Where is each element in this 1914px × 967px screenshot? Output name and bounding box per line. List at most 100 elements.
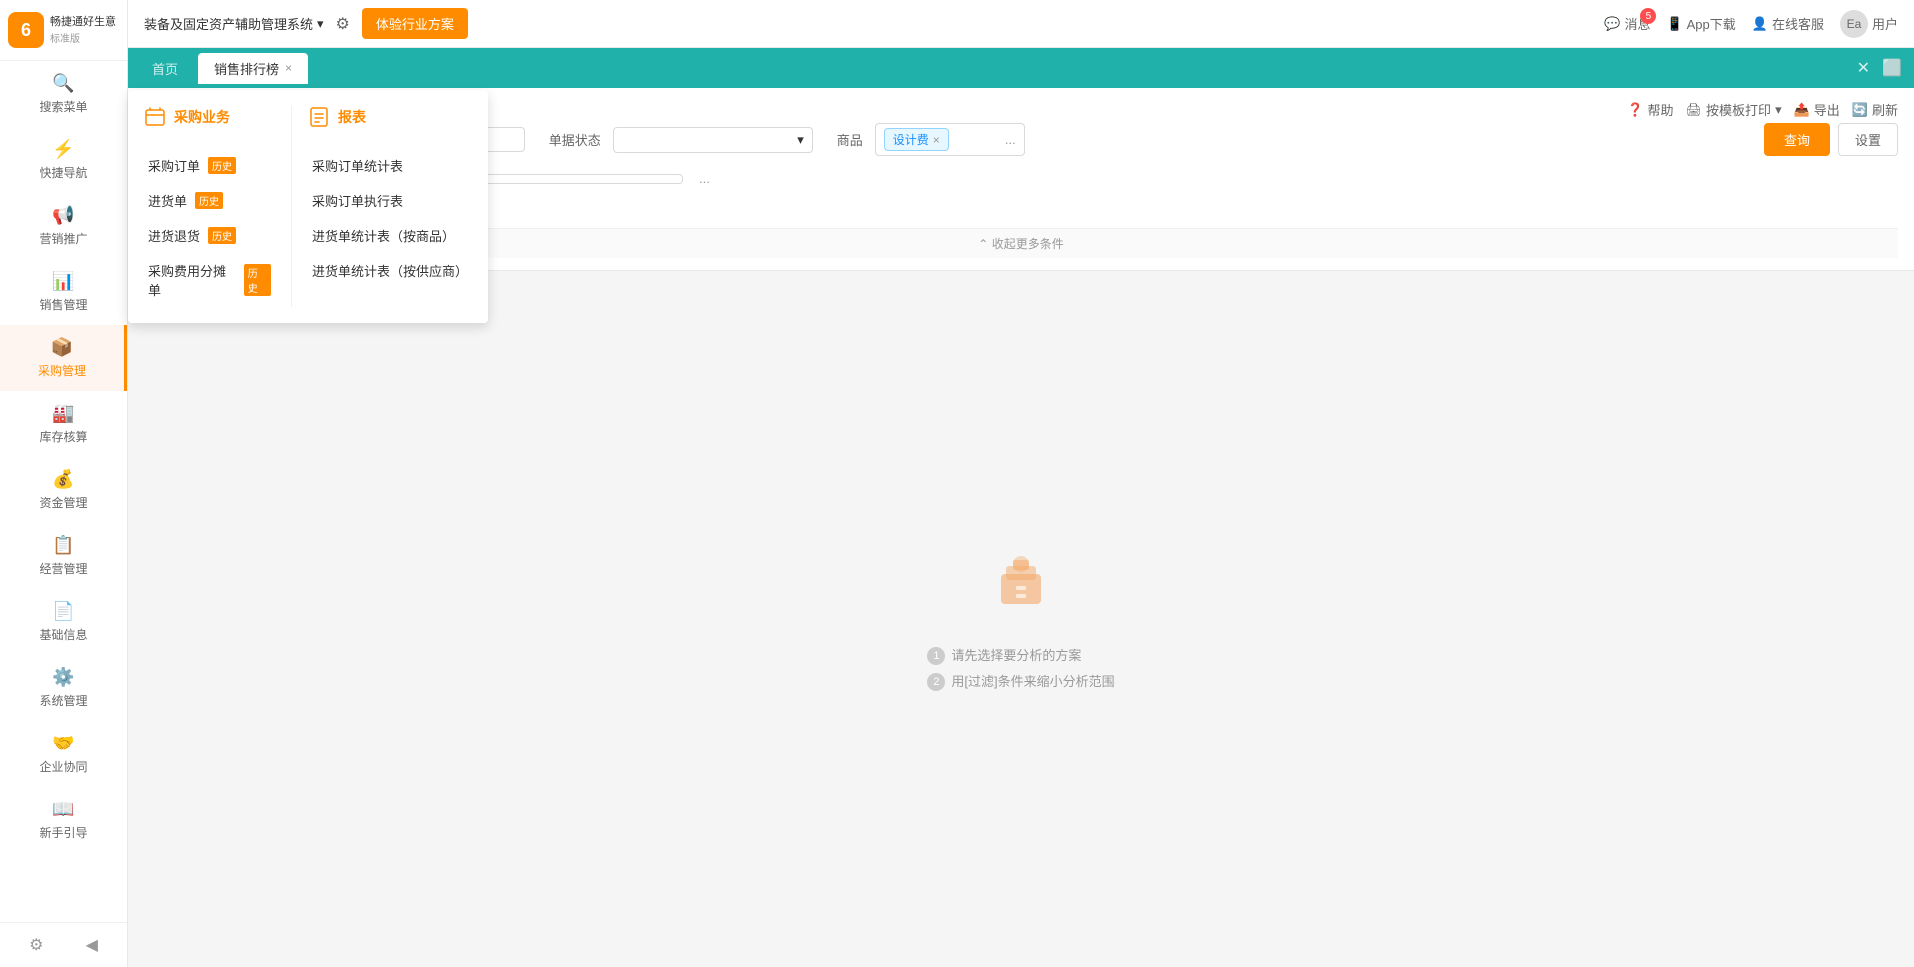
user-area[interactable]: Ea 用户 [1840, 10, 1898, 38]
purchase-order-label: 采购订单 [148, 156, 200, 175]
menu-item-order-exec[interactable]: 采购订单执行表 [308, 183, 472, 218]
sidebar-item-label-management: 经营管理 [39, 560, 87, 577]
status-arrow-icon: ▾ [797, 132, 804, 148]
purchase-col-title: 采购业务 [174, 107, 230, 127]
system-icon: ⚙️ [52, 667, 74, 688]
app-download-btn[interactable]: 📱 App下载 [1666, 14, 1735, 33]
sidebar-item-label-guide: 新手引导 [39, 824, 87, 841]
help-icon: ❓ [1627, 102, 1643, 118]
incoming-history: 历史 [195, 192, 223, 209]
sidebar-collapse-btn[interactable]: ◀ [86, 935, 98, 955]
salesman-select[interactable] [483, 174, 683, 184]
sidebar-item-search[interactable]: 🔍 搜索菜单 [0, 61, 127, 127]
print-label: 按模板打印 [1706, 100, 1771, 119]
refresh-icon: 🔄 [1852, 102, 1868, 118]
sidebar-item-label-search: 搜索菜单 [39, 98, 87, 115]
sidebar: 6 畅捷通好生意 标准版 🔍 搜索菜单 ⚡ 快捷导航 📢 营销推广 📊 [0, 0, 128, 967]
sidebar-item-label-system: 系统管理 [39, 692, 87, 709]
sidebar-item-inventory[interactable]: 🏭 库存核算 [0, 391, 127, 457]
online-service-btn[interactable]: 👤 在线客服 [1752, 14, 1824, 33]
refresh-btn[interactable]: 🔄 刷新 [1852, 100, 1898, 119]
print-btn[interactable]: 🖨 按模板打印 ▾ [1686, 100, 1782, 119]
tab-maximize-icon[interactable]: ⬜ [1878, 54, 1906, 82]
report-col-icon [308, 106, 330, 128]
menu-grid: 采购业务 采购订单 历史 进货单 历史 进货退货 历史 采购费用分摊单 历史 [144, 106, 472, 307]
tab-close-window-icon[interactable]: ✕ [1853, 54, 1874, 82]
purchase-col: 采购业务 采购订单 历史 进货单 历史 进货退货 历史 采购费用分摊单 历史 [144, 106, 292, 307]
menu-item-purchase-order[interactable]: 采购订单 历史 [144, 148, 275, 183]
online-service-label: 在线客服 [1772, 14, 1824, 33]
sidebar-item-label-marketing: 营销推广 [39, 230, 87, 247]
top-bar-right: 💬 消息 5 📱 App下载 👤 在线客服 Ea 用户 [1604, 10, 1898, 38]
system-title: 装备及固定资产辅助管理系统 [144, 14, 313, 33]
settings-btn[interactable]: 设置 [1838, 123, 1898, 156]
help-label: 帮助 [1648, 100, 1674, 119]
sidebar-item-marketing[interactable]: 📢 营销推广 [0, 193, 127, 259]
salesman-dots[interactable]: ... [699, 171, 710, 186]
sidebar-item-label-finance: 资金管理 [39, 494, 87, 511]
logo-text-area: 畅捷通好生意 标准版 [50, 15, 116, 45]
menu-item-return[interactable]: 进货退货 历史 [144, 218, 275, 253]
return-history: 历史 [208, 227, 236, 244]
logo-text: 畅捷通好生意 [50, 15, 116, 30]
system-title-area[interactable]: 装备及固定资产辅助管理系统 ▾ [144, 14, 324, 33]
sidebar-item-purchase[interactable]: 📦 采购管理 [0, 325, 127, 391]
inventory-icon: 🏭 [52, 403, 74, 424]
logo-icon: 6 [8, 12, 44, 48]
cooperation-icon: 🤝 [52, 733, 74, 754]
marketing-icon: 📢 [52, 205, 74, 226]
industry-btn[interactable]: 体验行业方案 [362, 8, 468, 39]
status-label: 单据状态 [549, 130, 601, 149]
purchase-col-header: 采购业务 [144, 106, 275, 136]
query-btn[interactable]: 查询 [1764, 123, 1830, 156]
tab-sales-rank[interactable]: 销售排行榜 × [198, 53, 308, 84]
sidebar-item-sales[interactable]: 📊 销售管理 [0, 259, 127, 325]
sidebar-item-finance[interactable]: 💰 资金管理 [0, 457, 127, 523]
app-download-label: App下载 [1687, 14, 1736, 33]
tab-close-icon[interactable]: × [285, 61, 292, 75]
export-btn[interactable]: 📤 导出 [1794, 100, 1840, 119]
status-select[interactable]: ▾ [613, 127, 813, 153]
sidebar-item-guide[interactable]: 📖 新手引导 [0, 787, 127, 853]
sidebar-item-label-cooperation: 企业协同 [39, 758, 87, 775]
menu-item-incoming-stats-supplier[interactable]: 进货单统计表（按供应商） [308, 253, 472, 288]
basic-info-icon: 📄 [52, 601, 74, 622]
sidebar-item-management[interactable]: 📋 经营管理 [0, 523, 127, 589]
goods-dots[interactable]: ... [1005, 132, 1016, 147]
settings-icon[interactable]: ⚙ [336, 14, 350, 34]
export-label: 导出 [1814, 100, 1840, 119]
logo-area: 6 畅捷通好生意 标准版 [0, 0, 127, 61]
menu-item-purchase-expense[interactable]: 采购费用分摊单 历史 [144, 253, 275, 307]
goods-tag-close[interactable]: × [933, 133, 940, 147]
sidebar-item-label-quick: 快捷导航 [39, 164, 87, 181]
message-btn[interactable]: 💬 消息 5 [1604, 14, 1650, 33]
sidebar-settings-btn[interactable]: ⚙ [29, 935, 43, 955]
refresh-label: 刷新 [1872, 100, 1898, 119]
menu-item-order-stats[interactable]: 采购订单统计表 [308, 148, 472, 183]
purchase-expense-label: 采购费用分摊单 [148, 261, 236, 299]
tab-home[interactable]: 首页 [136, 53, 194, 84]
sidebar-item-basic-info[interactable]: 📄 基础信息 [0, 589, 127, 655]
sidebar-item-label-inventory: 库存核算 [39, 428, 87, 445]
return-label: 进货退货 [148, 226, 200, 245]
print-arrow-icon: ▾ [1775, 102, 1782, 118]
sidebar-item-label-sales: 销售管理 [39, 296, 87, 313]
print-icon: 🖨 [1686, 102, 1703, 118]
avatar-text: Ea [1847, 17, 1862, 31]
sidebar-item-quick-nav[interactable]: ⚡ 快捷导航 [0, 127, 127, 193]
sidebar-footer: ⚙ ◀ [0, 922, 127, 967]
menu-item-incoming-stats-goods[interactable]: 进货单统计表（按商品） [308, 218, 472, 253]
sales-icon: 📊 [52, 271, 74, 292]
tip-1-text: 请先选择要分析的方案 [951, 643, 1081, 669]
tip-2-text: 用[过滤]条件来缩小分析范围 [951, 669, 1114, 695]
help-btn[interactable]: ❓ 帮助 [1627, 100, 1673, 119]
purchase-order-history: 历史 [208, 157, 236, 174]
incoming-label: 进货单 [148, 191, 187, 210]
goods-select[interactable]: 设计费 × ... [875, 123, 1025, 156]
empty-svg [981, 544, 1061, 624]
menu-item-incoming[interactable]: 进货单 历史 [144, 183, 275, 218]
sidebar-item-system[interactable]: ⚙️ 系统管理 [0, 655, 127, 721]
logo-badge: 标准版 [50, 30, 116, 45]
sidebar-item-cooperation[interactable]: 🤝 企业协同 [0, 721, 127, 787]
user-avatar: Ea [1840, 10, 1868, 38]
